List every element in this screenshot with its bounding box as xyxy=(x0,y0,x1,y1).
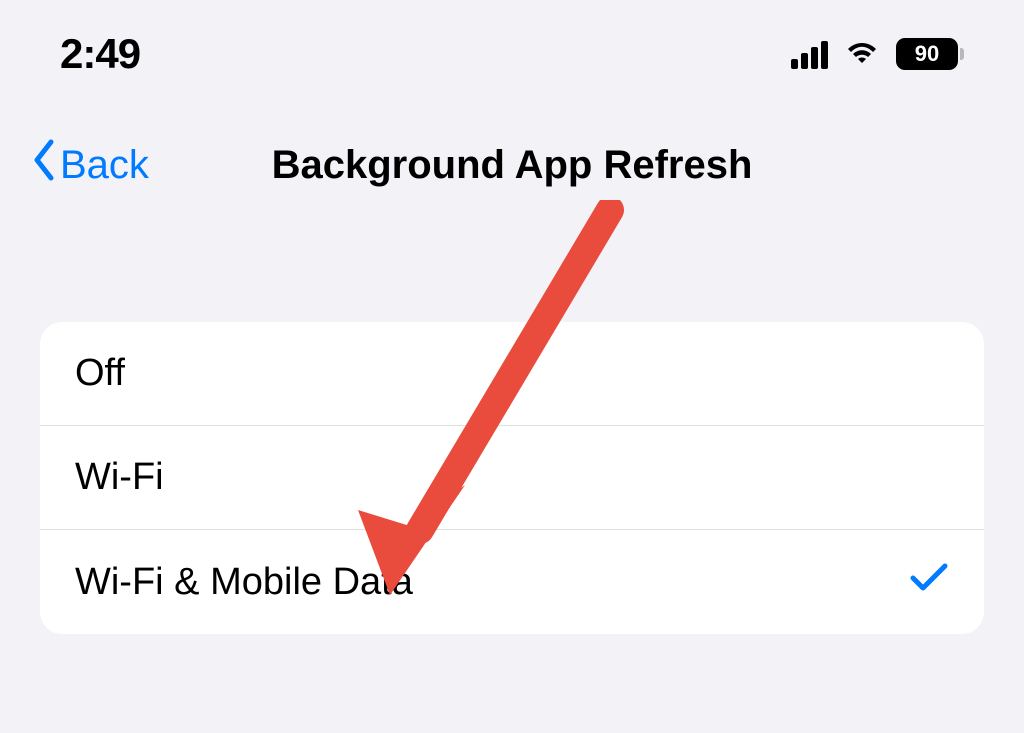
back-label: Back xyxy=(60,143,149,188)
back-button[interactable]: Back xyxy=(30,138,149,192)
option-label: Off xyxy=(75,352,125,395)
checkmark-icon xyxy=(909,560,949,604)
option-label: Wi-Fi xyxy=(75,456,164,499)
page-title: Background App Refresh xyxy=(272,143,753,188)
battery-icon: 90 xyxy=(896,38,964,70)
status-icons: 90 xyxy=(791,37,964,72)
option-wifi[interactable]: Wi-Fi xyxy=(40,426,984,530)
chevron-left-icon xyxy=(30,138,60,192)
navigation-bar: Back Background App Refresh xyxy=(0,98,1024,222)
options-list: Off Wi-Fi Wi-Fi & Mobile Data xyxy=(40,322,984,634)
status-bar: 2:49 90 xyxy=(0,0,1024,98)
battery-level: 90 xyxy=(915,41,939,67)
option-label: Wi-Fi & Mobile Data xyxy=(75,561,413,604)
status-time: 2:49 xyxy=(60,30,140,78)
option-off[interactable]: Off xyxy=(40,322,984,426)
cellular-signal-icon xyxy=(791,39,828,69)
wifi-icon xyxy=(842,37,882,72)
option-wifi-mobile-data[interactable]: Wi-Fi & Mobile Data xyxy=(40,530,984,634)
